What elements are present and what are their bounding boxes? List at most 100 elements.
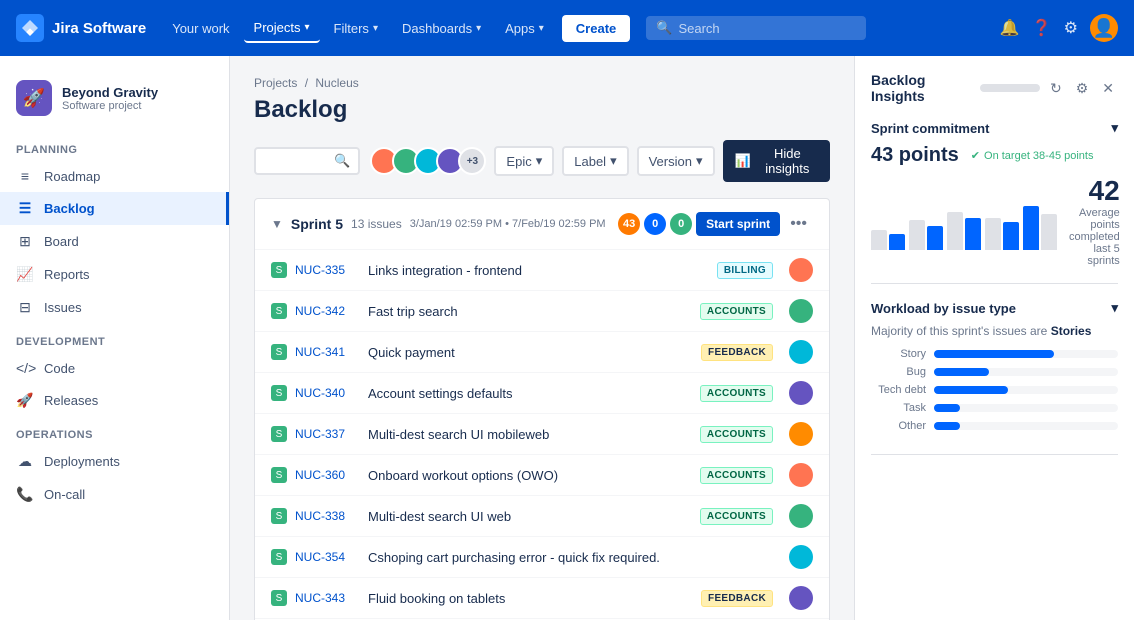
workload-label-other: Other: [871, 420, 926, 432]
workload-row-bug: Bug: [871, 366, 1118, 378]
nav-projects[interactable]: Projects ▾: [244, 14, 320, 43]
issue-key[interactable]: NUC-341: [295, 345, 360, 359]
sprint-5-section: ▼ Sprint 5 13 issues 3/Jan/19 02:59 PM •…: [254, 198, 830, 620]
nav-apps[interactable]: Apps ▾: [495, 14, 554, 43]
avatar-group: +3: [376, 147, 486, 175]
issue-title: Cshoping cart purchasing error - quick f…: [368, 550, 773, 565]
workload-bar-bg-task: [934, 404, 1118, 412]
issue-key[interactable]: NUC-360: [295, 468, 360, 482]
workload-subtitle: Majority of this sprint's issues are Sto…: [871, 324, 1118, 338]
sidebar-item-deployments[interactable]: ☁ Deployments: [0, 445, 229, 478]
issue-row[interactable]: S NUC-343 Fluid booking on tablets FEEDB…: [255, 578, 829, 619]
issue-key[interactable]: NUC-335: [295, 263, 360, 277]
issue-key[interactable]: NUC-340: [295, 386, 360, 400]
sidebar-item-code[interactable]: </> Code: [0, 352, 229, 384]
breadcrumb: Projects / Nucleus: [254, 76, 830, 90]
nav-menu: Your work Projects ▾ Filters ▾ Dashboard…: [162, 14, 554, 43]
issue-key[interactable]: NUC-337: [295, 427, 360, 441]
insights-title: Backlog Insights: [871, 72, 974, 104]
issue-assignee-avatar: [789, 463, 813, 487]
label-filter[interactable]: Label ▾: [562, 146, 628, 176]
logo[interactable]: Jira Software: [16, 14, 146, 42]
issue-row[interactable]: S NUC-338 Multi-dest search UI web ACCOU…: [255, 496, 829, 537]
sidebar-item-reports[interactable]: 📈 Reports: [0, 258, 229, 291]
issue-search-input[interactable]: [264, 154, 334, 169]
sidebar-item-label: Backlog: [44, 201, 95, 216]
issue-label-feedback: FEEDBACK: [701, 590, 773, 607]
sprint-5-badge-done: 0: [670, 213, 692, 235]
issue-type-story-icon: S: [271, 590, 287, 606]
board-icon: ⊞: [16, 233, 34, 250]
sidebar-item-label: Code: [44, 361, 75, 376]
filter-icon[interactable]: ⚙: [1072, 78, 1093, 99]
bar-3b: [965, 218, 981, 250]
help-icon[interactable]: ❓: [1032, 18, 1052, 38]
issue-row[interactable]: S NUC-337 Multi-dest search UI mobileweb…: [255, 414, 829, 455]
nav-filters[interactable]: Filters ▾: [324, 14, 388, 43]
refresh-icon[interactable]: ↻: [1046, 78, 1066, 99]
breadcrumb-projects[interactable]: Projects: [254, 76, 297, 90]
sprint-5-badge-inprog: 0: [644, 213, 666, 235]
search-input[interactable]: [678, 21, 856, 36]
issue-search-box[interactable]: 🔍: [254, 147, 360, 175]
issue-type-story-icon: S: [271, 303, 287, 319]
sidebar-item-oncall[interactable]: 📞 On-call: [0, 478, 229, 511]
main-layout: 🚀 Beyond Gravity Software project PLANNI…: [0, 56, 1134, 620]
sidebar-item-issues[interactable]: ⊟ Issues: [0, 291, 229, 324]
sidebar-item-backlog[interactable]: ☰ Backlog: [0, 192, 229, 225]
sprint-5-toggle[interactable]: ▼: [271, 217, 283, 231]
hide-insights-button[interactable]: 📊 Hide insights: [723, 140, 831, 182]
sprint-commitment-card: Sprint commitment ▾ 43 points ✔ On targe…: [871, 120, 1118, 284]
issue-key[interactable]: NUC-342: [295, 304, 360, 318]
nav-your-work[interactable]: Your work: [162, 14, 239, 43]
search-icon: 🔍: [334, 153, 350, 169]
sidebar-item-roadmap[interactable]: ≡ Roadmap: [0, 160, 229, 192]
sprint-5-count: 13 issues: [351, 217, 402, 231]
workload-chart: Story Bug Tech debt: [871, 348, 1118, 432]
issue-key[interactable]: NUC-338: [295, 509, 360, 523]
sprint-5-dates: 3/Jan/19 02:59 PM • 7/Feb/19 02:59 PM: [410, 218, 606, 230]
issue-row[interactable]: S NUC-342 Fast trip search ACCOUNTS: [255, 291, 829, 332]
user-avatar[interactable]: 👤: [1090, 14, 1118, 42]
issue-title: Quick payment: [368, 345, 693, 360]
version-filter[interactable]: Version ▾: [637, 146, 715, 176]
avg-points: 42 Average pointscompleted last 5 sprint…: [1069, 175, 1120, 267]
code-icon: </>: [16, 360, 34, 376]
issue-label-billing: BILLING: [717, 262, 773, 279]
notifications-icon[interactable]: 🔔: [1000, 18, 1020, 38]
breadcrumb-nucleus[interactable]: Nucleus: [315, 76, 358, 90]
chevron-down-icon: ▾: [1111, 300, 1118, 316]
issue-row[interactable]: S NUC-335 Links integration - frontend B…: [255, 250, 829, 291]
issue-assignee-avatar: [789, 422, 813, 446]
sidebar-item-releases[interactable]: 🚀 Releases: [0, 384, 229, 417]
close-icon[interactable]: ✕: [1098, 78, 1118, 99]
workload-label-story: Story: [871, 348, 926, 360]
settings-icon[interactable]: ⚙: [1064, 18, 1078, 38]
chevron-down-icon: ▾: [373, 23, 378, 34]
create-button[interactable]: Create: [562, 15, 630, 42]
issue-title: Multi-dest search UI web: [368, 509, 692, 524]
issue-row[interactable]: S NUC-354 Cshoping cart purchasing error…: [255, 537, 829, 578]
sidebar: 🚀 Beyond Gravity Software project PLANNI…: [0, 56, 230, 620]
issue-title: Links integration - frontend: [368, 263, 709, 278]
insights-loader: [980, 84, 1040, 92]
project-info: Beyond Gravity Software project: [62, 85, 158, 112]
sprint-5-more-icon[interactable]: •••: [784, 211, 813, 237]
roadmap-icon: ≡: [16, 168, 34, 184]
avg-label: Average pointscompleted last 5 sprints: [1069, 207, 1120, 267]
workload-bar-bg-techdebt: [934, 386, 1118, 394]
issue-row[interactable]: S NUC-360 Onboard workout options (OWO) …: [255, 455, 829, 496]
issue-row[interactable]: S NUC-341 Quick payment FEEDBACK: [255, 332, 829, 373]
bar-3: [947, 212, 963, 250]
search-bar[interactable]: 🔍: [646, 16, 866, 40]
start-sprint-button[interactable]: Start sprint: [696, 212, 780, 236]
issue-key[interactable]: NUC-343: [295, 591, 360, 605]
avatar-more[interactable]: +3: [458, 147, 486, 175]
issue-label-accounts: ACCOUNTS: [700, 385, 773, 402]
deployments-icon: ☁: [16, 453, 34, 470]
issue-row[interactable]: S NUC-340 Account settings defaults ACCO…: [255, 373, 829, 414]
sidebar-item-board[interactable]: ⊞ Board: [0, 225, 229, 258]
epic-filter[interactable]: Epic ▾: [494, 146, 554, 176]
nav-dashboards[interactable]: Dashboards ▾: [392, 14, 491, 43]
issue-key[interactable]: NUC-354: [295, 550, 360, 564]
